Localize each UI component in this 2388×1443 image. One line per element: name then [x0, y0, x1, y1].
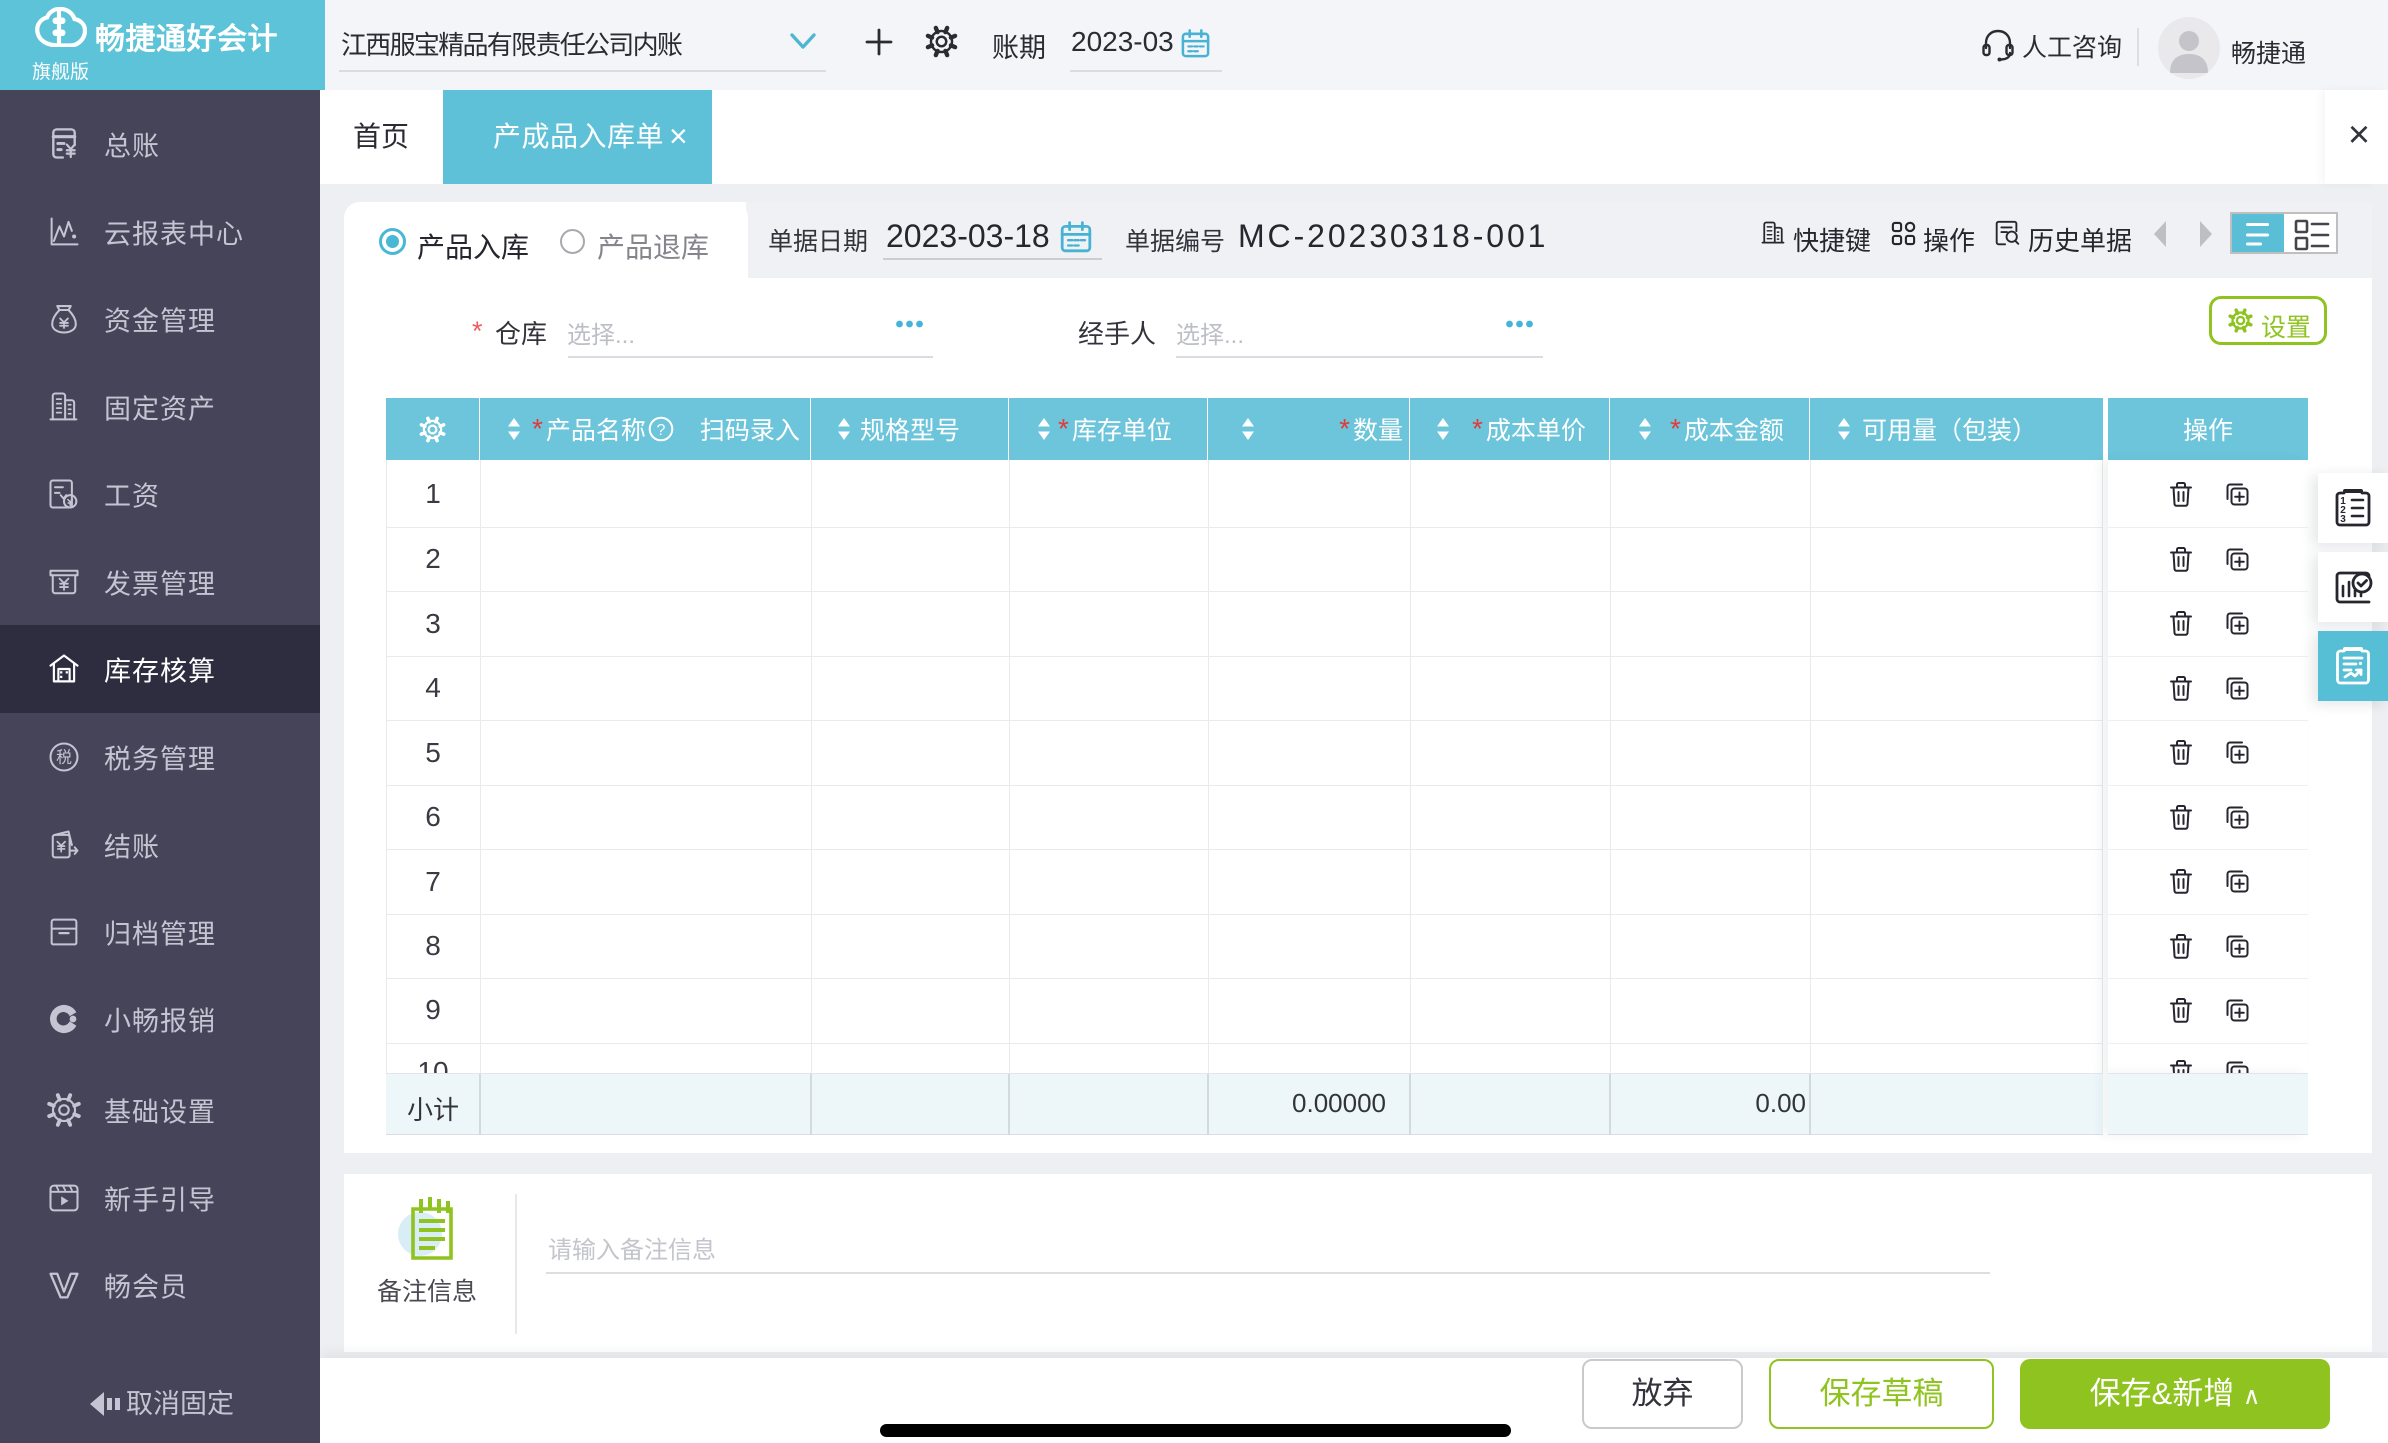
svg-text:?: ?	[656, 422, 665, 439]
svg-text:税: 税	[56, 749, 72, 767]
svg-text:3: 3	[2340, 514, 2346, 525]
